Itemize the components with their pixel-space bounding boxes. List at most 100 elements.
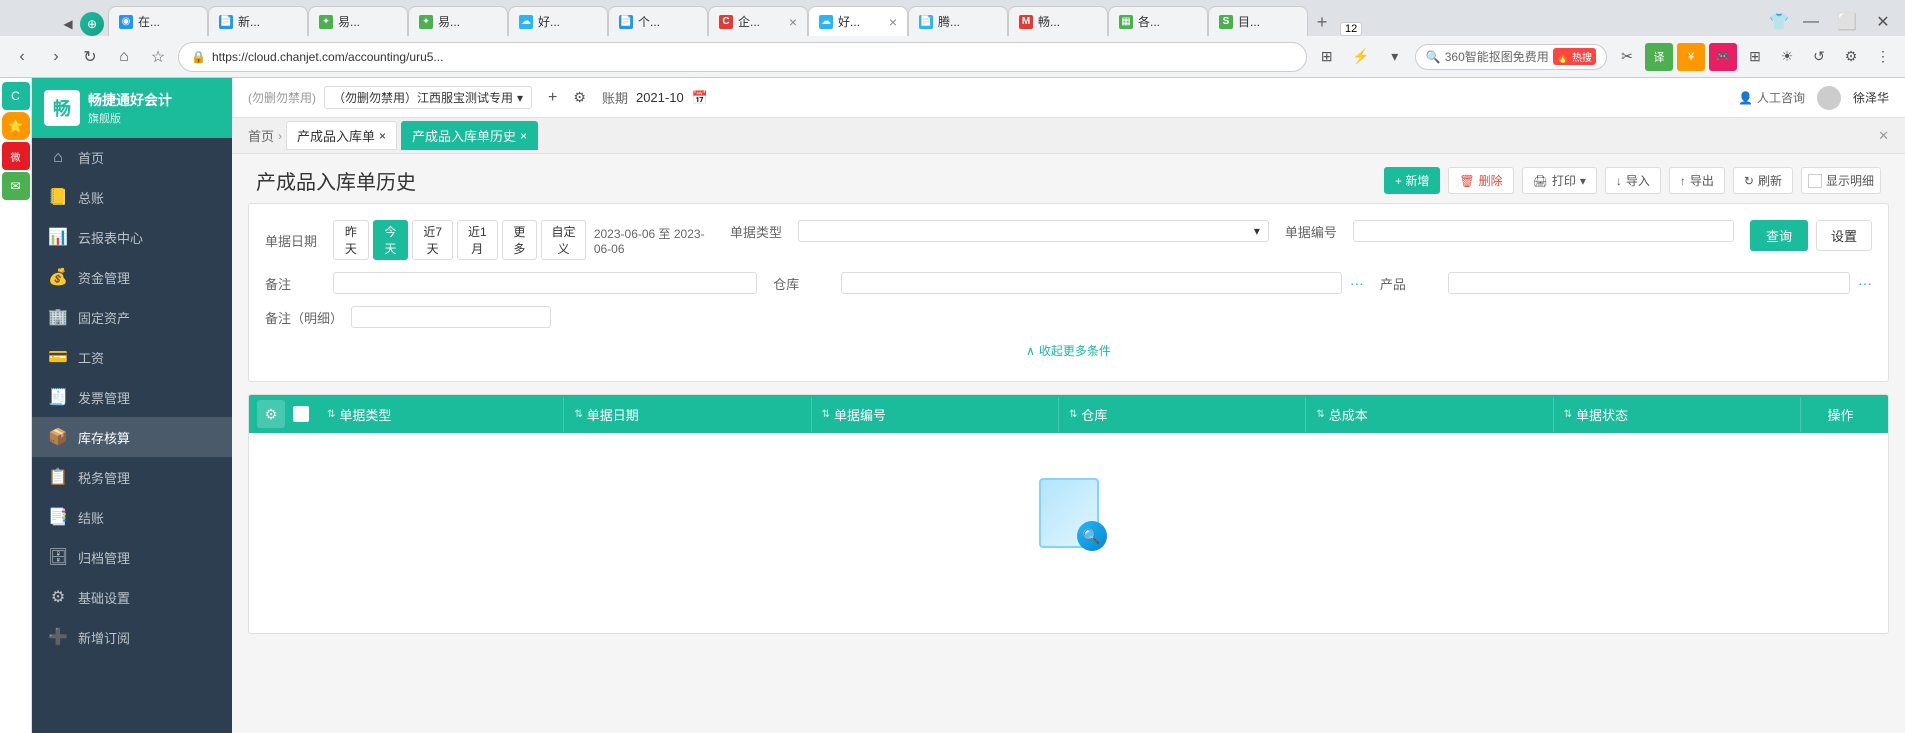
bookmark-mail[interactable]: ✉ xyxy=(2,172,30,200)
date-btn-custom[interactable]: 自定义 xyxy=(541,220,586,260)
tab-t9[interactable]: 📄 腾... xyxy=(908,6,1008,36)
tab-t5[interactable]: ☁ 好... xyxy=(508,6,608,36)
sidebar-item-finance[interactable]: 💰 资金管理 xyxy=(32,257,232,297)
maximize-button[interactable]: ⬜ xyxy=(1833,8,1861,36)
add-button[interactable]: + 新增 xyxy=(1384,167,1440,194)
company-select[interactable]: （勿删勿禁用）江西服宝测试专用 ▾ xyxy=(324,86,532,109)
lightning-icon[interactable]: ⚡ xyxy=(1347,43,1375,71)
sun-icon[interactable]: ☀ xyxy=(1773,43,1801,71)
bookmark-weibo[interactable]: 微 xyxy=(2,142,30,170)
period-calendar-icon[interactable]: 📅 xyxy=(692,90,708,106)
tab-t4[interactable]: ✦ 易... xyxy=(408,6,508,36)
tab-t10[interactable]: M 畅... xyxy=(1008,6,1108,36)
reload-button[interactable]: ↻ xyxy=(76,43,104,71)
voucher-type-select[interactable]: ▾ xyxy=(798,220,1269,242)
collapse-button[interactable]: ∧ 收起更多条件 xyxy=(1020,336,1117,365)
tab-t7-close[interactable]: × xyxy=(789,14,797,30)
tab-voucher-list[interactable]: 产成品入库单 × xyxy=(286,121,397,150)
th-voucher-status[interactable]: ⇅ 单据状态 xyxy=(1553,397,1800,432)
settings-icon[interactable]: ⚙ xyxy=(1837,43,1865,71)
sidebar-item-payroll[interactable]: 💳 工资 xyxy=(32,337,232,377)
import-button[interactable]: ↓ 导入 xyxy=(1605,167,1661,194)
breadcrumb-home[interactable]: 首页 xyxy=(248,126,274,145)
add-tab-button[interactable]: + xyxy=(1308,8,1336,36)
product-input[interactable] xyxy=(1448,272,1850,294)
show-detail-button[interactable]: 显示明细 xyxy=(1801,167,1881,194)
layout-icon[interactable]: ⊞ xyxy=(1741,43,1769,71)
sidebar-item-inventory[interactable]: 📦 库存核算 xyxy=(32,417,232,457)
date-btn-more[interactable]: 更多 xyxy=(502,220,538,260)
yuan-icon[interactable]: ¥ xyxy=(1677,43,1705,71)
settings-button[interactable]: 设置 xyxy=(1816,220,1872,251)
product-dots[interactable]: ··· xyxy=(1858,275,1872,291)
table-settings-icon[interactable]: ⚙ xyxy=(257,400,285,428)
sidebar-item-settle[interactable]: 📑 结账 xyxy=(32,497,232,537)
date-btn-today[interactable]: 今天 xyxy=(373,220,409,260)
tab-t3[interactable]: ✦ 易... xyxy=(308,6,408,36)
tab-t1[interactable]: ◉ 在... xyxy=(108,6,208,36)
th-voucher-no[interactable]: ⇅ 单据编号 xyxy=(811,397,1058,432)
th-voucher-date[interactable]: ⇅ 单据日期 xyxy=(563,397,810,432)
sidebar-item-home[interactable]: ⌂ 首页 xyxy=(32,138,232,177)
th-voucher-type[interactable]: ⇅ 单据类型 xyxy=(317,397,563,432)
sidebar-item-base-settings[interactable]: ⚙ 基础设置 xyxy=(32,577,232,617)
forward-button[interactable]: › xyxy=(42,43,70,71)
warehouse-dots[interactable]: ··· xyxy=(1350,275,1364,291)
date-btn-yesterday[interactable]: 昨天 xyxy=(333,220,369,260)
undo-icon[interactable]: ↺ xyxy=(1805,43,1833,71)
tab-t8[interactable]: ☁ 好... × xyxy=(808,6,908,36)
sidebar-item-add-subscription[interactable]: ➕ 新增订阅 xyxy=(32,617,232,657)
sidebar-item-ledger[interactable]: 📒 总账 xyxy=(32,177,232,217)
translate-icon[interactable]: 译 xyxy=(1645,43,1673,71)
sidebar-item-tax[interactable]: 📋 税务管理 xyxy=(32,457,232,497)
sidebar-item-reports[interactable]: 📊 云报表中心 xyxy=(32,217,232,257)
tab-t2[interactable]: 📄 新... xyxy=(208,6,308,36)
date-btn-7days[interactable]: 近7天 xyxy=(412,220,453,260)
th-sort-icon-2: ⇅ xyxy=(574,409,582,420)
table-checkbox[interactable] xyxy=(293,406,309,422)
voucher-no-input[interactable] xyxy=(1353,220,1734,242)
tab-voucher-list-close[interactable]: × xyxy=(379,129,386,143)
minimize-button[interactable]: — xyxy=(1797,8,1825,36)
sidebar-item-fixed-assets[interactable]: 🏢 固定资产 xyxy=(32,297,232,337)
company-settings-icon[interactable]: ⚙ xyxy=(573,89,586,106)
add-company-button[interactable]: + xyxy=(540,87,565,109)
home-button[interactable]: ⌂ xyxy=(110,43,138,71)
th-voucher-type-label: 单据类型 xyxy=(339,405,391,424)
note-detail-input[interactable] xyxy=(351,306,551,328)
tab-t8-close[interactable]: × xyxy=(889,14,897,30)
refresh-button[interactable]: ↻ 刷新 xyxy=(1733,167,1793,194)
th-total-cost[interactable]: ⇅ 总成本 xyxy=(1305,397,1552,432)
search-bar[interactable]: 🔍 360智能抠图免费用 🔥 热搜 xyxy=(1415,44,1607,70)
warehouse-input[interactable] xyxy=(841,272,1342,294)
back-button[interactable]: ‹ xyxy=(8,43,36,71)
game-icon[interactable]: 🎮 xyxy=(1709,43,1737,71)
print-button[interactable]: 🖨 打印 ▾ xyxy=(1522,167,1597,194)
delete-button[interactable]: 🗑 删除 xyxy=(1448,167,1513,194)
browser-back-icon[interactable]: ◀ xyxy=(60,16,76,32)
tab-t6[interactable]: 📄 个... xyxy=(608,6,708,36)
bookmark-chanjet[interactable]: C xyxy=(2,82,30,110)
tab-t7[interactable]: C 企... × xyxy=(708,6,808,36)
bookmark-button[interactable]: ☆ xyxy=(144,43,172,71)
url-bar[interactable]: 🔒 https://cloud.chanjet.com/accounting/u… xyxy=(178,42,1307,72)
th-warehouse[interactable]: ⇅ 仓库 xyxy=(1058,397,1305,432)
export-button[interactable]: ↑ 导出 xyxy=(1669,167,1725,194)
note-input[interactable] xyxy=(333,272,757,294)
query-button[interactable]: 查询 xyxy=(1750,220,1808,251)
chevron-down-icon[interactable]: ▾ xyxy=(1381,43,1409,71)
scissors-icon[interactable]: ✂ xyxy=(1613,43,1641,71)
breadcrumb-close-btn[interactable]: ✕ xyxy=(1878,128,1889,144)
more-icon[interactable]: ⋮ xyxy=(1869,43,1897,71)
sidebar-item-archive[interactable]: 🗄 归档管理 xyxy=(32,537,232,577)
tab-t12[interactable]: S 目... xyxy=(1208,6,1308,36)
tab-voucher-history-close[interactable]: × xyxy=(520,129,527,143)
sidebar-item-invoice[interactable]: 🧾 发票管理 xyxy=(32,377,232,417)
tab-t11[interactable]: ▦ 各... xyxy=(1108,6,1208,36)
close-button[interactable]: ✕ xyxy=(1869,8,1897,36)
date-btn-1month[interactable]: 近1月 xyxy=(457,220,498,260)
bookmark-orange[interactable]: ⭐ xyxy=(2,112,30,140)
grid-icon[interactable]: ⊞ xyxy=(1313,43,1341,71)
support-link[interactable]: 👤 人工咨询 xyxy=(1738,89,1805,106)
tab-voucher-history[interactable]: 产成品入库单历史 × xyxy=(401,121,538,150)
